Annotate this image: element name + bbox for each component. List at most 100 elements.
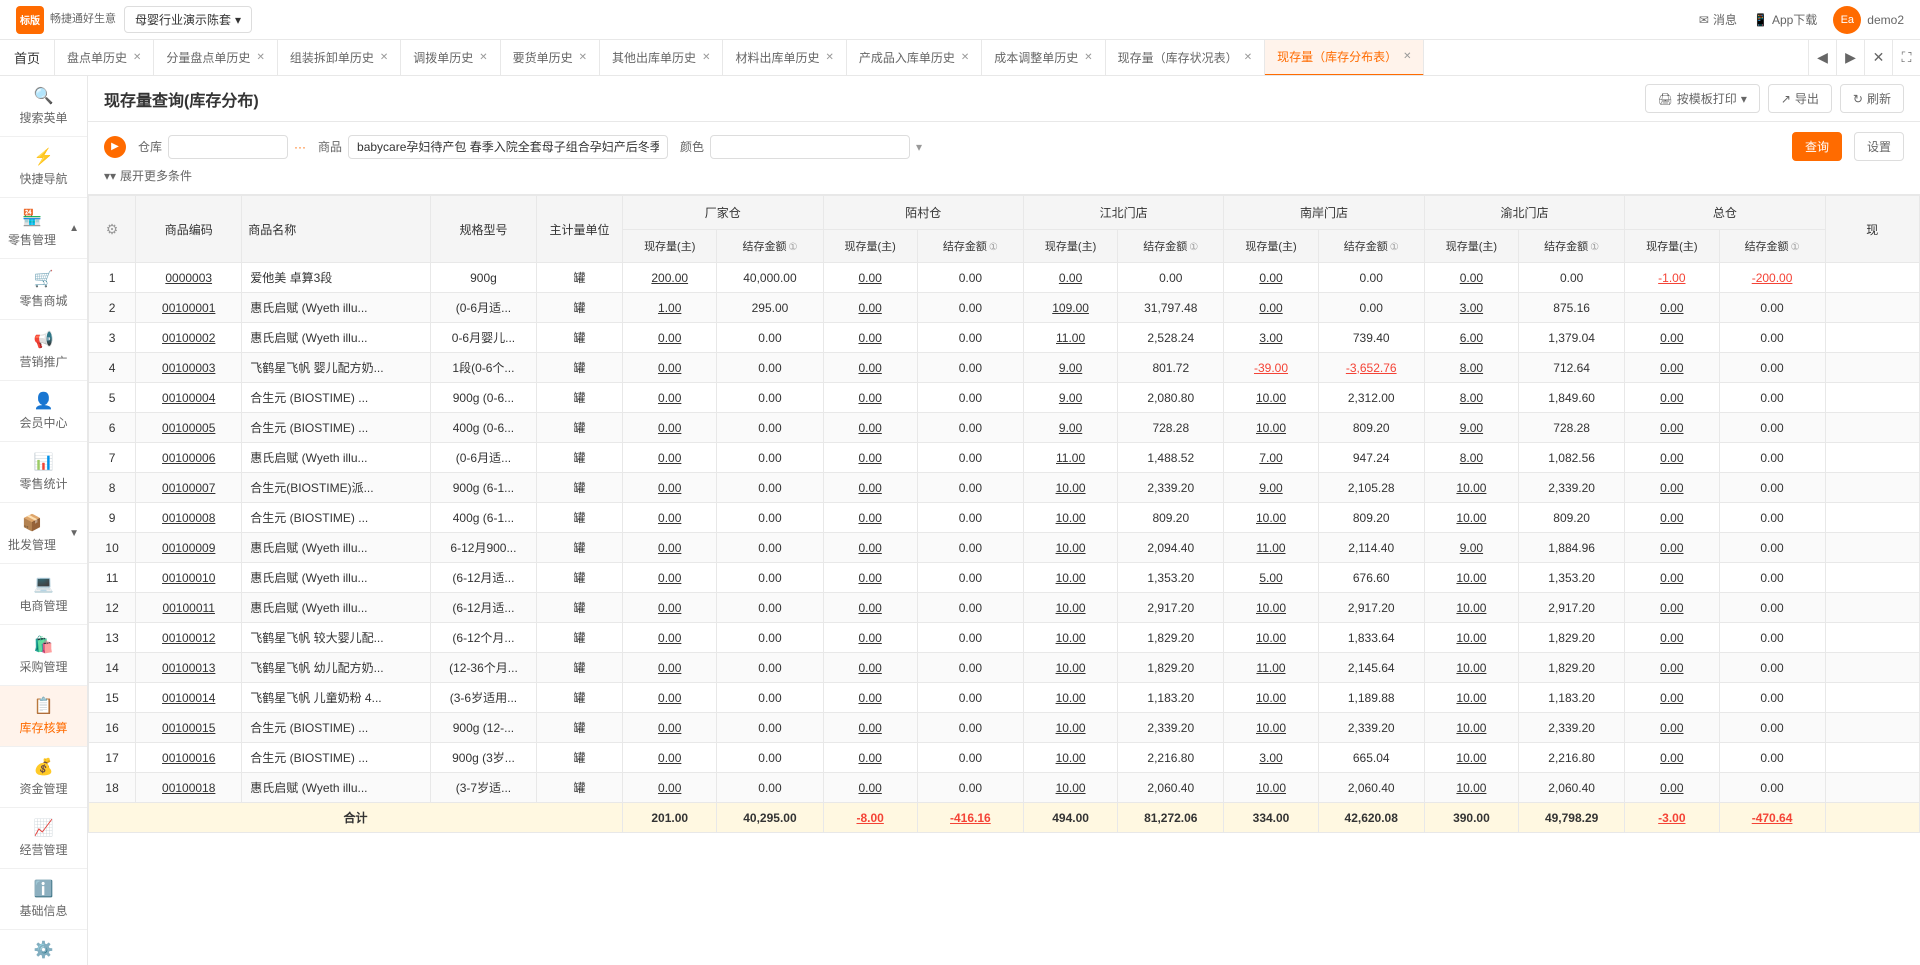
print-button[interactable]: 🖨 按模板打印 ▾ xyxy=(1645,84,1760,113)
cell-fj-qty[interactable]: 0.00 xyxy=(623,413,717,443)
sidebar-item-member-center[interactable]: 👤 会员中心 xyxy=(0,381,87,442)
tab-close-t9[interactable]: ✕ xyxy=(1084,52,1092,63)
cell-fj-qty[interactable]: 0.00 xyxy=(623,623,717,653)
cell-jb-qty[interactable]: 10.00 xyxy=(1023,713,1117,743)
cell-total-qty[interactable]: 0.00 xyxy=(1625,653,1719,683)
tab-item-t7[interactable]: 材料出库单历史 ✕ xyxy=(723,40,846,76)
cell-mc-qty[interactable]: 0.00 xyxy=(823,323,917,353)
search-button[interactable]: 查询 xyxy=(1792,132,1842,161)
cell-yb-qty[interactable]: 10.00 xyxy=(1424,473,1518,503)
cell-total-qty[interactable]: 0.00 xyxy=(1625,773,1719,803)
tab-close-t11[interactable]: ✕ xyxy=(1403,51,1411,62)
cell-code[interactable]: 00100005 xyxy=(136,413,242,443)
cell-mc-qty[interactable]: 0.00 xyxy=(823,623,917,653)
cell-total-qty[interactable]: -1.00 xyxy=(1625,263,1719,293)
cell-mc-qty[interactable]: 0.00 xyxy=(823,473,917,503)
color-input[interactable] xyxy=(710,135,910,159)
info-icon4[interactable]: ① xyxy=(1390,242,1399,253)
cell-fj-qty[interactable]: 0.00 xyxy=(623,743,717,773)
cell-yb-qty[interactable]: 3.00 xyxy=(1424,293,1518,323)
cell-na-qty[interactable]: 10.00 xyxy=(1224,503,1318,533)
warehouse-input[interactable] xyxy=(168,135,288,159)
cell-jb-qty[interactable]: 10.00 xyxy=(1023,563,1117,593)
cell-fj-qty[interactable]: 0.00 xyxy=(623,683,717,713)
cell-total-qty[interactable]: 0.00 xyxy=(1625,623,1719,653)
cell-na-qty[interactable]: 0.00 xyxy=(1224,263,1318,293)
cell-total-qty[interactable]: 0.00 xyxy=(1625,713,1719,743)
cell-yb-qty[interactable]: 0.00 xyxy=(1424,263,1518,293)
cell-mc-qty[interactable]: 0.00 xyxy=(823,503,917,533)
info-icon6[interactable]: ① xyxy=(1791,242,1800,253)
cell-fj-qty[interactable]: 0.00 xyxy=(623,533,717,563)
cell-fj-qty[interactable]: 0.00 xyxy=(623,773,717,803)
tab-close-t8[interactable]: ✕ xyxy=(961,52,969,63)
cell-na-qty[interactable]: 7.00 xyxy=(1224,443,1318,473)
sidebar-item-finance[interactable]: 💰 资金管理 xyxy=(0,747,87,808)
cell-na-qty[interactable]: 10.00 xyxy=(1224,383,1318,413)
cell-na-qty[interactable]: 10.00 xyxy=(1224,713,1318,743)
sidebar-item-marketing[interactable]: 📢 营销推广 xyxy=(0,320,87,381)
tab-fullscreen-btn[interactable]: ⛶ xyxy=(1892,40,1920,76)
cell-yb-qty[interactable]: 10.00 xyxy=(1424,593,1518,623)
sidebar-item-retail-stats[interactable]: 📊 零售统计 xyxy=(0,442,87,503)
tab-item-t3[interactable]: 组装拆卸单历史 ✕ xyxy=(278,40,401,76)
cell-jb-qty[interactable]: 9.00 xyxy=(1023,353,1117,383)
goods-input[interactable] xyxy=(348,135,668,159)
cell-fj-qty[interactable]: 0.00 xyxy=(623,323,717,353)
cell-jb-qty[interactable]: 11.00 xyxy=(1023,443,1117,473)
cell-mc-qty[interactable]: 0.00 xyxy=(823,683,917,713)
app-download-link[interactable]: 📱 App下载 xyxy=(1753,11,1817,28)
cell-jb-qty[interactable]: 10.00 xyxy=(1023,473,1117,503)
tab-close-t1[interactable]: ✕ xyxy=(133,52,141,63)
cell-total-qty[interactable]: 0.00 xyxy=(1625,353,1719,383)
cell-na-qty[interactable]: 11.00 xyxy=(1224,533,1318,563)
cell-na-qty[interactable]: 9.00 xyxy=(1224,473,1318,503)
tab-close-t3[interactable]: ✕ xyxy=(380,52,388,63)
tab-item-t9[interactable]: 成本调整单历史 ✕ xyxy=(982,40,1105,76)
info-icon5[interactable]: ① xyxy=(1590,242,1599,253)
cell-yb-qty[interactable]: 10.00 xyxy=(1424,653,1518,683)
cell-jb-qty[interactable]: 9.00 xyxy=(1023,413,1117,443)
cell-code[interactable]: 00100007 xyxy=(136,473,242,503)
cell-jb-qty[interactable]: 0.00 xyxy=(1023,263,1117,293)
cell-code[interactable]: 00100016 xyxy=(136,743,242,773)
cell-total-qty[interactable]: 0.00 xyxy=(1625,473,1719,503)
cell-mc-qty[interactable]: 0.00 xyxy=(823,293,917,323)
cell-na-qty[interactable]: 3.00 xyxy=(1224,323,1318,353)
tab-item-t5[interactable]: 要货单历史 ✕ xyxy=(501,40,600,76)
warehouse-dots[interactable]: ··· xyxy=(294,140,306,154)
cell-jb-qty[interactable]: 10.00 xyxy=(1023,533,1117,563)
cell-mc-qty[interactable]: 0.00 xyxy=(823,383,917,413)
sidebar-item-purchase[interactable]: 🛍️ 采购管理 xyxy=(0,625,87,686)
cell-na-qty[interactable]: 5.00 xyxy=(1224,563,1318,593)
tab-prev-btn[interactable]: ◀ xyxy=(1808,40,1836,76)
cell-code[interactable]: 00100014 xyxy=(136,683,242,713)
tab-next-btn[interactable]: ▶ xyxy=(1836,40,1864,76)
cell-mc-qty[interactable]: 0.00 xyxy=(823,443,917,473)
sidebar-item-retail-store[interactable]: 🛒 零售商城 xyxy=(0,259,87,320)
cell-fj-qty[interactable]: 0.00 xyxy=(623,563,717,593)
refresh-button[interactable]: ↻ 刷新 xyxy=(1840,84,1904,113)
sidebar-item-operations[interactable]: 📈 经营管理 xyxy=(0,808,87,869)
cell-fj-qty[interactable]: 0.00 xyxy=(623,653,717,683)
cell-total-qty[interactable]: 0.00 xyxy=(1625,683,1719,713)
tab-close-t10[interactable]: ✕ xyxy=(1244,52,1252,63)
cell-total-qty[interactable]: 0.00 xyxy=(1625,533,1719,563)
cell-total-qty[interactable]: 0.00 xyxy=(1625,563,1719,593)
tab-item-t4[interactable]: 调拨单历史 ✕ xyxy=(401,40,500,76)
cell-mc-qty[interactable]: 0.00 xyxy=(823,773,917,803)
tab-close-t2[interactable]: ✕ xyxy=(256,52,264,63)
tab-close-all-btn[interactable]: ✕ xyxy=(1864,40,1892,76)
cell-total-qty[interactable]: 0.00 xyxy=(1625,383,1719,413)
cell-fj-qty[interactable]: 0.00 xyxy=(623,593,717,623)
sidebar-item-retail-mgmt[interactable]: 🏪 零售管理 ▲ xyxy=(0,198,87,259)
filter-expand-btn[interactable]: ▾▾ 展开更多条件 xyxy=(104,167,1904,184)
cell-code[interactable]: 00100012 xyxy=(136,623,242,653)
cell-fj-qty[interactable]: 0.00 xyxy=(623,383,717,413)
sidebar-item-wholesale[interactable]: 📦 批发管理 ▼ xyxy=(0,503,87,564)
cell-code[interactable]: 00100003 xyxy=(136,353,242,383)
cell-yb-qty[interactable]: 9.00 xyxy=(1424,413,1518,443)
cell-fj-qty[interactable]: 0.00 xyxy=(623,503,717,533)
tab-item-t2[interactable]: 分量盘点单历史 ✕ xyxy=(154,40,277,76)
cell-yb-qty[interactable]: 10.00 xyxy=(1424,713,1518,743)
